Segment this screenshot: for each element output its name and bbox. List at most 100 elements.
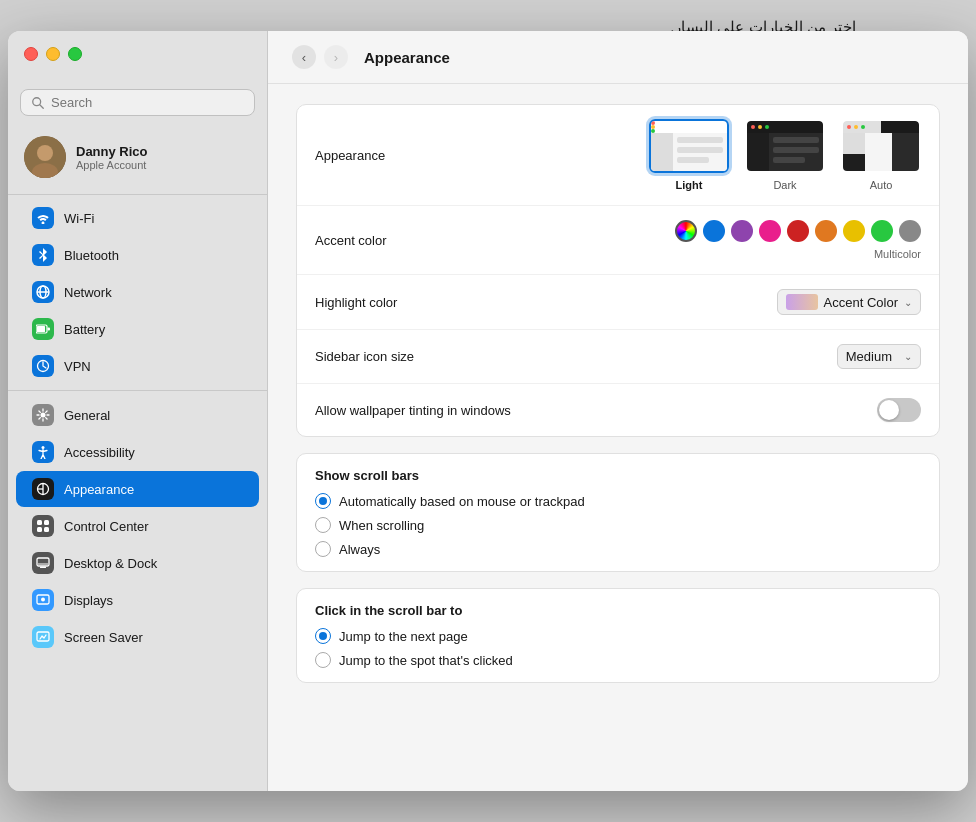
- thumb-sidebar-auto: [843, 133, 865, 173]
- sidebar-item-label-appearance: Appearance: [64, 482, 134, 497]
- close-button[interactable]: [24, 47, 38, 61]
- thumb-sidebar-dark: [747, 133, 769, 173]
- scroll-bars-always[interactable]: Always: [315, 541, 921, 557]
- user-profile[interactable]: Danny Rico Apple Account: [8, 128, 267, 190]
- search-box[interactable]: [20, 89, 255, 116]
- sidebar-item-screensaver[interactable]: Screen Saver: [16, 619, 259, 655]
- radio-spot-clicked-circle: [315, 652, 331, 668]
- theme-thumbnail-auto[interactable]: [841, 119, 921, 173]
- thumb-dark-bar-1: [773, 137, 819, 143]
- wifi-icon: [32, 207, 54, 229]
- swatch-blue[interactable]: [703, 220, 725, 242]
- scroll-bars-section: Show scroll bars Automatically based on …: [296, 453, 940, 572]
- avatar-image: [24, 136, 66, 178]
- wallpaper-tinting-control: [511, 398, 921, 422]
- battery-icon: [32, 318, 54, 340]
- swatch-yellow[interactable]: [843, 220, 865, 242]
- scroll-bars-scrolling[interactable]: When scrolling: [315, 517, 921, 533]
- appearance-thumbnails: Light: [649, 119, 921, 191]
- swatch-multicolor[interactable]: [675, 220, 697, 242]
- thumb-content: [673, 133, 727, 171]
- sidebar-icon-control: Medium ⌄: [475, 344, 921, 369]
- thumb-dot-yellow-auto: [854, 125, 858, 129]
- sidebar-item-label-wifi: Wi-Fi: [64, 211, 94, 226]
- svg-point-3: [37, 145, 53, 161]
- svg-rect-18: [44, 527, 49, 532]
- appearance-control: Light: [475, 119, 921, 191]
- theme-option-auto[interactable]: Auto: [841, 119, 921, 191]
- accent-color-row: Accent color: [297, 206, 939, 275]
- swatch-red[interactable]: [787, 220, 809, 242]
- theme-thumbnail-light[interactable]: [649, 119, 729, 173]
- highlight-preview: [786, 294, 818, 310]
- svg-rect-15: [37, 520, 42, 525]
- swatch-purple[interactable]: [731, 220, 753, 242]
- sidebar-icon-dropdown[interactable]: Medium ⌄: [837, 344, 921, 369]
- back-button[interactable]: ‹: [292, 45, 316, 69]
- thumb-sidebar: [651, 133, 673, 173]
- thumb-dark-bar-2: [773, 147, 819, 153]
- general-icon: [32, 404, 54, 426]
- click-next-page[interactable]: Jump to the next page: [315, 628, 921, 644]
- theme-option-light[interactable]: Light: [649, 119, 729, 191]
- search-input[interactable]: [51, 95, 244, 110]
- thumb-dot-green-dark: [765, 125, 769, 129]
- swatch-green[interactable]: [871, 220, 893, 242]
- maximize-button[interactable]: [68, 47, 82, 61]
- theme-option-dark[interactable]: Dark: [745, 119, 825, 191]
- highlight-color-row: Highlight color Accent Color ⌄: [297, 275, 939, 330]
- highlight-arrow: ⌄: [904, 297, 912, 308]
- scroll-bars-radio-group: Automatically based on mouse or trackpad…: [315, 493, 921, 557]
- swatch-graphite[interactable]: [899, 220, 921, 242]
- scroll-bars-auto-label: Automatically based on mouse or trackpad: [339, 494, 585, 509]
- swatch-pink[interactable]: [759, 220, 781, 242]
- scroll-bars-always-label: Always: [339, 542, 380, 557]
- svg-rect-10: [48, 328, 51, 331]
- theme-thumbnail-dark[interactable]: [745, 119, 825, 173]
- radio-always-circle: [315, 541, 331, 557]
- thumb-dot-yellow-dark: [758, 125, 762, 129]
- sidebar-item-label-displays: Displays: [64, 593, 113, 608]
- sidebar-item-desktop[interactable]: Desktop & Dock: [16, 545, 259, 581]
- main-header: ‹ › Appearance: [268, 31, 968, 84]
- thumb-bar-1: [677, 137, 723, 143]
- click-spot-clicked-label: Jump to the spot that's clicked: [339, 653, 513, 668]
- theme-label-auto: Auto: [870, 179, 893, 191]
- sidebar-item-network[interactable]: Network: [16, 274, 259, 310]
- sidebar-item-vpn[interactable]: VPN: [16, 348, 259, 384]
- forward-button[interactable]: ›: [324, 45, 348, 69]
- sidebar-item-control-center[interactable]: Control Center: [16, 508, 259, 544]
- minimize-button[interactable]: [46, 47, 60, 61]
- scroll-bars-auto[interactable]: Automatically based on mouse or trackpad: [315, 493, 921, 509]
- accent-color-label: Accent color: [315, 233, 475, 248]
- sidebar-item-label-screensaver: Screen Saver: [64, 630, 143, 645]
- svg-point-12: [41, 413, 46, 418]
- appearance-icon: [32, 478, 54, 500]
- thumb-dot-red-auto: [847, 125, 851, 129]
- swatch-orange[interactable]: [815, 220, 837, 242]
- sidebar-item-label-bluetooth: Bluetooth: [64, 248, 119, 263]
- sidebar-item-general[interactable]: General: [16, 397, 259, 433]
- sidebar-item-battery[interactable]: Battery: [16, 311, 259, 347]
- toggle-knob: [879, 400, 899, 420]
- click-spot-clicked[interactable]: Jump to the spot that's clicked: [315, 652, 921, 668]
- highlight-value: Accent Color: [824, 295, 898, 310]
- sidebar-item-bluetooth[interactable]: Bluetooth: [16, 237, 259, 273]
- highlight-dropdown[interactable]: Accent Color ⌄: [777, 289, 921, 315]
- divider-1: [8, 194, 267, 195]
- sidebar-item-displays[interactable]: Displays: [16, 582, 259, 618]
- sidebar-item-label-general: General: [64, 408, 110, 423]
- thumb-content-dark: [769, 133, 823, 171]
- thumb-content-auto: [865, 133, 919, 171]
- sidebar-item-accessibility[interactable]: Accessibility: [16, 434, 259, 470]
- main-content: ‹ › Appearance Appearance: [268, 31, 968, 791]
- wallpaper-tinting-toggle[interactable]: [877, 398, 921, 422]
- sidebar-item-wifi[interactable]: Wi-Fi: [16, 200, 259, 236]
- appearance-row: Appearance: [297, 105, 939, 206]
- sidebar-item-appearance[interactable]: Appearance: [16, 471, 259, 507]
- thumb-dot-red-dark: [751, 125, 755, 129]
- radio-auto-circle: [315, 493, 331, 509]
- svg-rect-20: [40, 567, 46, 569]
- page-title: Appearance: [364, 49, 450, 66]
- accent-colors: Multicolor: [675, 220, 921, 260]
